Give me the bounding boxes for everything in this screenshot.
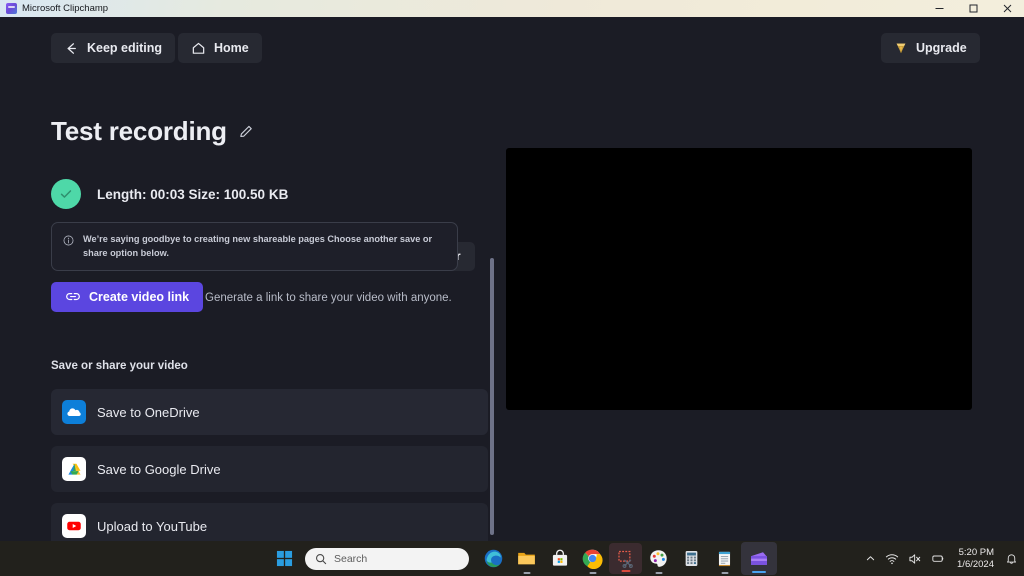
success-check-icon <box>51 179 81 209</box>
notice-text: We’re saying goodbye to creating new sha… <box>83 234 433 259</box>
share-section-heading: Save or share your video <box>51 360 188 372</box>
keep-editing-button[interactable]: Keep editing <box>51 33 176 63</box>
taskbar-items: Search <box>268 541 777 576</box>
diamond-icon <box>896 43 906 53</box>
page-title: Test recording <box>51 116 227 146</box>
taskbar-clipchamp[interactable] <box>741 542 777 575</box>
export-status-row: Length: 00:03 Size: 100.50 KB <box>51 179 288 209</box>
taskbar-running-indicator <box>523 572 530 574</box>
volume-muted-icon[interactable] <box>908 552 922 566</box>
wifi-icon[interactable] <box>885 552 899 566</box>
taskbar-microsoft-store[interactable] <box>543 541 576 576</box>
chevron-up-icon[interactable] <box>865 553 876 564</box>
clipchamp-app: Keep editing Home Upgrade Test recording… <box>0 17 1024 541</box>
link-icon <box>66 293 80 301</box>
clock-date: 1/6/2024 <box>957 558 994 570</box>
shareable-pages-notice: We’re saying goodbye to creating new sha… <box>51 222 458 271</box>
search-input-placeholder: Search <box>334 552 368 565</box>
taskbar-paint[interactable] <box>642 541 675 576</box>
titlebar-left: Microsoft Clipchamp <box>0 3 922 14</box>
create-video-link-hint: Generate a link to share your video with… <box>205 292 452 304</box>
youtube-icon <box>62 514 86 538</box>
taskbar-running-indicator <box>655 572 662 574</box>
upgrade-label: Upgrade <box>916 41 967 55</box>
video-preview[interactable] <box>506 148 972 410</box>
taskbar-active-indicator <box>752 571 766 573</box>
keep-editing-label: Keep editing <box>87 41 163 55</box>
taskbar-snipping-tool[interactable] <box>609 543 642 574</box>
taskbar-clock[interactable]: 5:20 PM 1/6/2024 <box>957 547 994 569</box>
taskbar-edge[interactable] <box>477 541 510 576</box>
maximize-button[interactable] <box>956 0 990 17</box>
taskbar-search[interactable]: Search <box>305 547 469 570</box>
pencil-icon[interactable] <box>238 122 256 140</box>
share-option-onedrive[interactable]: Save to OneDrive <box>51 389 488 435</box>
taskbar-running-indicator <box>721 572 728 574</box>
window-titlebar: Microsoft Clipchamp <box>0 0 1024 17</box>
window-controls <box>922 0 1024 17</box>
search-icon <box>315 553 327 564</box>
window-title: Microsoft Clipchamp <box>22 2 109 14</box>
taskbar-calculator[interactable] <box>675 541 708 576</box>
home-icon <box>192 42 205 54</box>
windows-taskbar: Search 5:20 PM 1/6/2024 <box>0 541 1024 576</box>
app-toolbar: Keep editing Home Upgrade <box>0 17 1024 79</box>
taskbar-notepad[interactable] <box>708 541 741 576</box>
google-drive-icon <box>62 457 86 481</box>
clipchamp-icon <box>6 3 17 14</box>
share-option-youtube[interactable]: Upload to YouTube <box>51 503 488 541</box>
onedrive-icon <box>62 400 86 424</box>
share-option-google-drive[interactable]: Save to Google Drive <box>51 446 488 492</box>
project-title-row: Test recording <box>51 118 256 144</box>
home-label: Home <box>214 41 249 55</box>
status-badge: Length: 00:03 Size: 100.50 KB <box>97 186 289 202</box>
save-share-panel: Test recording Length: 00:03 Size: 100.5… <box>0 79 496 541</box>
taskbar-chrome[interactable] <box>576 541 609 576</box>
taskbar-file-explorer[interactable] <box>510 541 543 576</box>
share-option-label: Save to Google Drive <box>97 461 221 477</box>
create-video-link-label: Create video link <box>89 290 190 304</box>
arrow-left-icon <box>67 42 76 54</box>
home-button[interactable]: Home <box>178 33 262 63</box>
bell-icon[interactable] <box>1005 552 1018 565</box>
info-icon <box>63 233 74 251</box>
share-option-label: Upload to YouTube <box>97 518 208 534</box>
taskbar-running-indicator <box>589 572 596 574</box>
close-button[interactable] <box>990 0 1024 17</box>
battery-icon[interactable] <box>931 551 946 566</box>
share-option-label: Save to OneDrive <box>97 404 200 420</box>
screen: Microsoft Clipchamp Keep editing Home Up… <box>0 0 1024 576</box>
taskbar-start-button[interactable] <box>268 541 301 576</box>
upgrade-button[interactable]: Upgrade <box>881 33 980 63</box>
clock-time: 5:20 PM <box>958 547 994 559</box>
panel-scrollbar[interactable] <box>490 258 494 535</box>
create-video-link-button[interactable]: Create video link <box>51 282 204 312</box>
system-tray: 5:20 PM 1/6/2024 <box>865 541 1018 576</box>
taskbar-running-indicator <box>621 570 630 572</box>
minimize-button[interactable] <box>922 0 956 17</box>
